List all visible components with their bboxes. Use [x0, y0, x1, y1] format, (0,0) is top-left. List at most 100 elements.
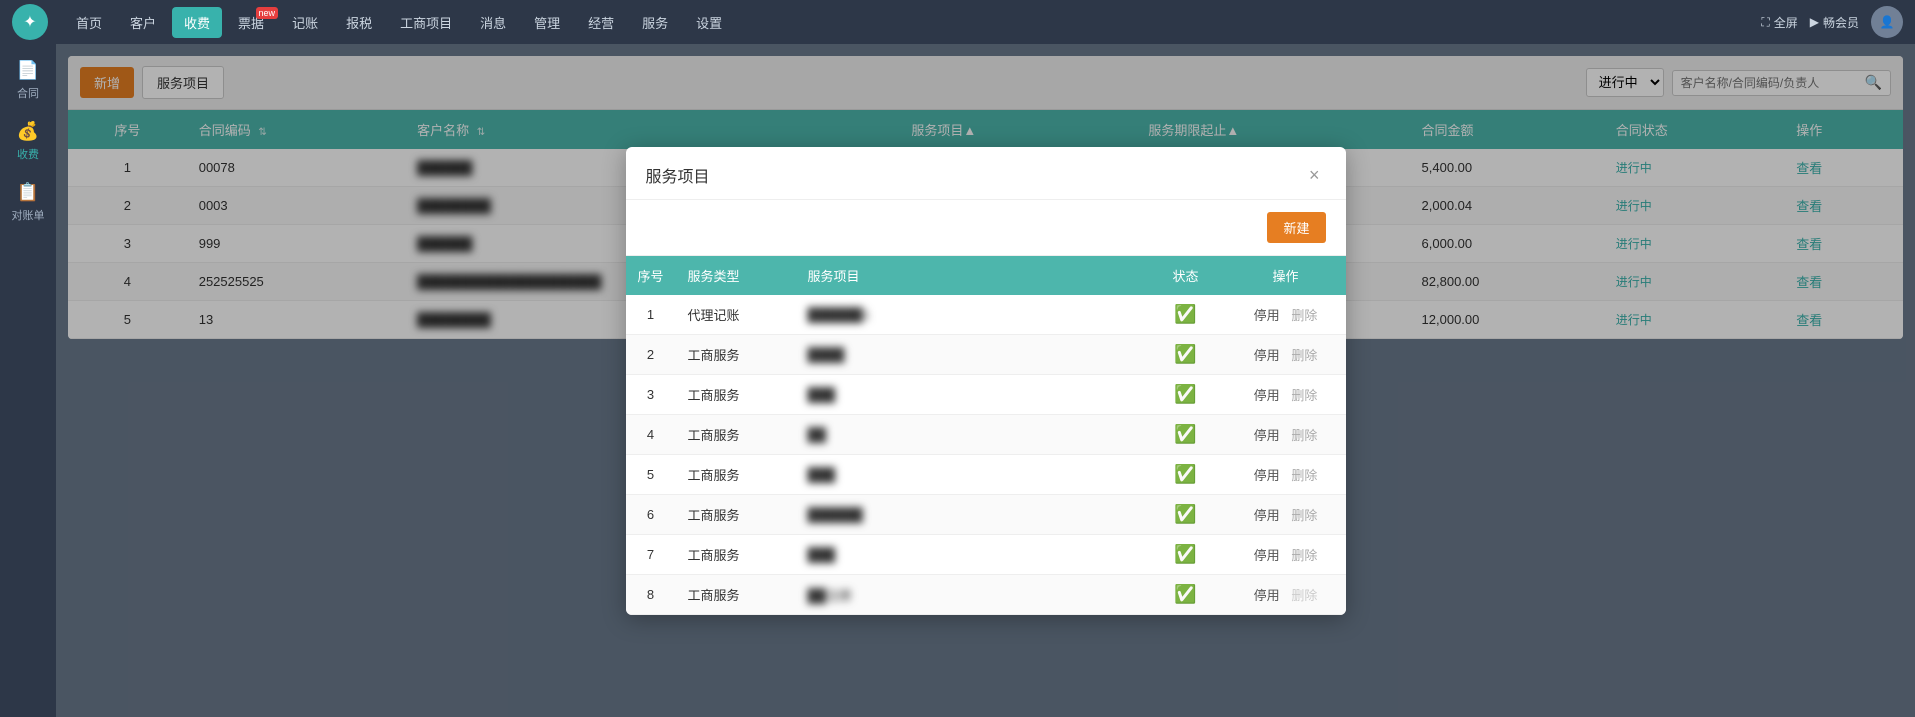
stop-button[interactable]: 停用	[1254, 348, 1280, 363]
modal-close-button[interactable]: ×	[1303, 164, 1326, 186]
member-button[interactable]: ▶ 畅会员	[1810, 14, 1859, 31]
modal-cell-status: ✅	[1146, 295, 1226, 335]
sidebar-item-reconcile[interactable]: 📋 对账单	[0, 174, 56, 231]
delete-button[interactable]: 删除	[1291, 588, 1317, 603]
modal-body: 序号 服务类型 服务项目 状态 操作 1 代理记账 ██████1 ✅	[626, 256, 1346, 615]
modal-cell-item: ███	[796, 374, 1146, 414]
fullscreen-label: 全屏	[1774, 14, 1798, 31]
modal-overlay[interactable]: 服务项目 × 新建 序号 服务类型 服务项目	[56, 44, 1915, 717]
status-check-icon: ✅	[1174, 344, 1196, 364]
modal-cell-actions: 停用 删除	[1226, 574, 1346, 614]
modal-cell-item: ███	[796, 534, 1146, 574]
layout: 📄 合同 💰 收费 📋 对账单 新增 服务项目 进行中 已结束 全部	[0, 44, 1915, 717]
modal-body-wrapper: 序号 服务类型 服务项目 状态 操作 1 代理记账 ██████1 ✅	[626, 256, 1346, 615]
modal-cell-actions: 停用 删除	[1226, 334, 1346, 374]
nav-item-settings[interactable]: 设置	[684, 7, 734, 38]
modal-toolbar: 新建	[626, 200, 1346, 256]
modal-cell-type: 工商服务	[676, 534, 796, 574]
sidebar-label-reconcile: 对账单	[12, 207, 45, 223]
stop-button[interactable]: 停用	[1254, 548, 1280, 563]
modal-cell-actions: 停用 删除	[1226, 374, 1346, 414]
modal-cell-item: ██注册	[796, 574, 1146, 614]
modal-cell-seq: 8	[626, 574, 676, 614]
delete-button[interactable]: 删除	[1291, 468, 1317, 483]
modal-cell-actions: 停用 删除	[1226, 295, 1346, 335]
modal-cell-type: 代理记账	[676, 295, 796, 335]
status-check-icon: ✅	[1174, 464, 1196, 484]
nav-items: 首页 客户 收费 票据 new 记账 报税 工商项目 消息 管理 经营 服务 设…	[64, 7, 1761, 38]
modal-col-type: 服务类型	[676, 256, 796, 295]
fullscreen-icon: ⛶	[1761, 15, 1769, 30]
nav-item-service[interactable]: 服务	[630, 7, 680, 38]
nav-item-customer[interactable]: 客户	[118, 7, 168, 38]
modal-col-op: 操作	[1226, 256, 1346, 295]
status-check-icon: ✅	[1174, 304, 1196, 324]
stop-button[interactable]: 停用	[1254, 428, 1280, 443]
stop-button[interactable]: 停用	[1254, 508, 1280, 523]
modal-cell-actions: 停用 删除	[1226, 534, 1346, 574]
modal-table-row: 4 工商服务 ██ ✅ 停用 删除	[626, 414, 1346, 454]
delete-button[interactable]: 删除	[1291, 508, 1317, 523]
modal-cell-type: 工商服务	[676, 334, 796, 374]
sidebar-item-fee[interactable]: 💰 收费	[0, 113, 56, 170]
sidebar-item-contract[interactable]: 📄 合同	[0, 52, 56, 109]
nav-item-bookkeeping[interactable]: 记账	[280, 7, 330, 38]
delete-button[interactable]: 删除	[1291, 428, 1317, 443]
modal-cell-type: 工商服务	[676, 374, 796, 414]
modal-cell-type: 工商服务	[676, 414, 796, 454]
nav-item-home[interactable]: 首页	[64, 7, 114, 38]
modal-cell-actions: 停用 删除	[1226, 414, 1346, 454]
status-check-icon: ✅	[1174, 424, 1196, 444]
modal-cell-status: ✅	[1146, 334, 1226, 374]
modal-cell-status: ✅	[1146, 454, 1226, 494]
modal-cell-status: ✅	[1146, 574, 1226, 614]
service-modal: 服务项目 × 新建 序号 服务类型 服务项目	[626, 147, 1346, 615]
modal-cell-seq: 7	[626, 534, 676, 574]
nav-item-operation[interactable]: 经营	[576, 7, 626, 38]
avatar[interactable]: 👤	[1871, 6, 1903, 38]
modal-cell-type: 工商服务	[676, 574, 796, 614]
member-label: 畅会员	[1823, 14, 1859, 31]
avatar-icon: 👤	[1880, 15, 1895, 29]
delete-button[interactable]: 删除	[1291, 308, 1317, 323]
delete-button[interactable]: 删除	[1291, 548, 1317, 563]
status-check-icon: ✅	[1174, 504, 1196, 524]
sidebar: 📄 合同 💰 收费 📋 对账单	[0, 44, 56, 717]
sidebar-label-contract: 合同	[17, 85, 39, 101]
stop-button[interactable]: 停用	[1254, 308, 1280, 323]
invoice-badge: new	[256, 7, 279, 20]
nav-item-fee[interactable]: 收费	[172, 7, 222, 38]
modal-table-row: 7 工商服务 ███ ✅ 停用 删除	[626, 534, 1346, 574]
nav-item-message[interactable]: 消息	[468, 7, 518, 38]
modal-new-button[interactable]: 新建	[1267, 212, 1325, 243]
stop-button[interactable]: 停用	[1254, 588, 1280, 603]
nav-item-invoice-wrapper: 票据 new	[226, 7, 276, 38]
nav-item-industrial[interactable]: 工商项目	[388, 7, 464, 38]
nav-item-management[interactable]: 管理	[522, 7, 572, 38]
contract-icon: 📄	[17, 60, 39, 81]
modal-cell-seq: 1	[626, 295, 676, 335]
status-check-icon: ✅	[1174, 584, 1196, 604]
delete-button[interactable]: 删除	[1291, 388, 1317, 403]
modal-cell-item: ██████1	[796, 295, 1146, 335]
modal-cell-seq: 2	[626, 334, 676, 374]
modal-table-row: 5 工商服务 ███ ✅ 停用 删除	[626, 454, 1346, 494]
status-check-icon: ✅	[1174, 384, 1196, 404]
modal-cell-actions: 停用 删除	[1226, 494, 1346, 534]
member-icon: ▶	[1810, 15, 1819, 29]
modal-table-row: 8 工商服务 ██注册 ✅ 停用 删除	[626, 574, 1346, 614]
fee-icon: 💰	[17, 121, 39, 142]
sidebar-label-fee: 收费	[17, 146, 39, 162]
nav-right: ⛶ 全屏 ▶ 畅会员 👤	[1761, 6, 1903, 38]
delete-button[interactable]: 删除	[1291, 348, 1317, 363]
fullscreen-button[interactable]: ⛶ 全屏	[1761, 14, 1797, 31]
stop-button[interactable]: 停用	[1254, 388, 1280, 403]
nav-item-tax[interactable]: 报税	[334, 7, 384, 38]
stop-button[interactable]: 停用	[1254, 468, 1280, 483]
service-items-table: 序号 服务类型 服务项目 状态 操作 1 代理记账 ██████1 ✅	[626, 256, 1346, 615]
modal-cell-type: 工商服务	[676, 494, 796, 534]
modal-cell-actions: 停用 删除	[1226, 454, 1346, 494]
modal-cell-status: ✅	[1146, 374, 1226, 414]
modal-cell-status: ✅	[1146, 534, 1226, 574]
modal-table-row: 3 工商服务 ███ ✅ 停用 删除	[626, 374, 1346, 414]
